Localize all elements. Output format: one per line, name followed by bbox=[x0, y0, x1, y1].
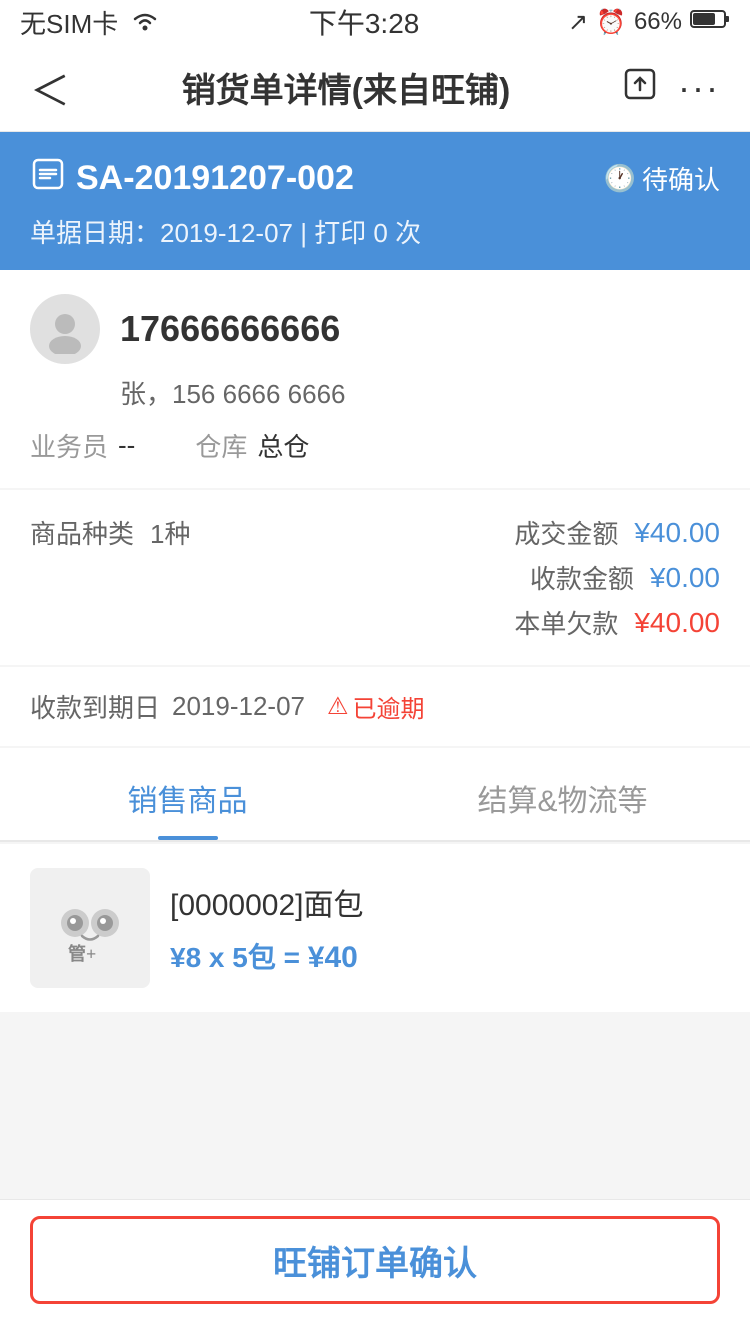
status-right: ↗ ⏰ 66% bbox=[568, 8, 730, 37]
status-left: 无SIM卡 bbox=[20, 4, 160, 41]
overdue-text: 已逾期 bbox=[353, 689, 425, 724]
status-time: 下午3:28 bbox=[309, 2, 420, 42]
order-id-text: SA-20191207-002 bbox=[76, 159, 354, 198]
product-item: 管+ [0000002]面包 ¥8 x 5包 = ¥40 bbox=[30, 868, 720, 988]
share-icon[interactable] bbox=[622, 66, 658, 110]
product-section: 管+ [0000002]面包 ¥8 x 5包 = ¥40 bbox=[0, 844, 750, 1012]
equals: = bbox=[276, 942, 308, 973]
amounts-right: 成交金额 ¥40.00 收款金额 ¥0.00 本单欠款 ¥40.00 bbox=[514, 514, 720, 641]
customer-section: 17666666666 张，156 6666 6666 业务员 -- 仓库 总仓 bbox=[0, 270, 750, 488]
battery-icon bbox=[690, 8, 730, 37]
salesperson-value: -- bbox=[118, 430, 135, 461]
due-date-section: 收款到期日 2019-12-07 ⚠ 已逾期 bbox=[0, 667, 750, 746]
received-amount-row: 收款金额 ¥0.00 bbox=[530, 559, 720, 596]
svg-text:管+: 管+ bbox=[68, 943, 96, 964]
amounts-section: 商品种类 1种 成交金额 ¥40.00 收款金额 ¥0.00 本单欠款 ¥40.… bbox=[0, 490, 750, 665]
page-title: 销货单详情(来自旺铺) bbox=[182, 63, 511, 112]
customer-name: 张，156 6666 6666 bbox=[30, 374, 720, 411]
clock-icon: 🕐 bbox=[604, 163, 636, 194]
bottom-bar: 旺铺订单确认 bbox=[0, 1199, 750, 1334]
status-text: 待确认 bbox=[642, 160, 720, 197]
nav-bar: ＜ 销货单详情(来自旺铺) ··· bbox=[0, 44, 750, 132]
warehouse-value: 总仓 bbox=[257, 427, 309, 464]
carrier-text: 无SIM卡 bbox=[20, 4, 118, 41]
owed-amount-row: 本单欠款 ¥40.00 bbox=[514, 604, 720, 641]
nav-right: ··· bbox=[622, 66, 720, 110]
order-status: 🕐 待确认 bbox=[604, 160, 720, 197]
due-date-label: 收款到期日 bbox=[30, 688, 160, 725]
product-price: ¥8 x 5包 = ¥40 bbox=[170, 936, 720, 976]
deal-amount-value: ¥40.00 bbox=[634, 517, 720, 549]
wifi-icon bbox=[130, 7, 160, 38]
salesperson-label: 业务员 bbox=[30, 427, 108, 464]
customer-meta: 业务员 -- 仓库 总仓 bbox=[30, 427, 720, 464]
warehouse-label: 仓库 bbox=[195, 427, 247, 464]
tab-settlement[interactable]: 结算&物流等 bbox=[375, 748, 750, 840]
product-count: 商品种类 1种 bbox=[30, 514, 190, 551]
owed-amount-value: ¥40.00 bbox=[634, 607, 720, 639]
tabs-section: 销售商品 结算&物流等 bbox=[0, 748, 750, 842]
order-id-container: SA-20191207-002 bbox=[30, 156, 354, 201]
received-amount-label: 收款金额 bbox=[530, 559, 634, 596]
back-button[interactable]: ＜ bbox=[30, 59, 70, 117]
product-count-label: 商品种类 bbox=[30, 514, 134, 551]
deal-amount-label: 成交金额 bbox=[514, 514, 618, 551]
header-card: SA-20191207-002 🕐 待确认 单据日期：2019-12-07 | … bbox=[0, 132, 750, 270]
tab-sales-product[interactable]: 销售商品 bbox=[0, 748, 375, 840]
order-date: 单据日期：2019-12-07 | 打印 0 次 bbox=[30, 213, 720, 250]
quantity: 5包 bbox=[232, 942, 276, 973]
order-icon bbox=[30, 156, 66, 201]
overdue-badge: ⚠ 已逾期 bbox=[317, 687, 435, 726]
product-info: [0000002]面包 ¥8 x 5包 = ¥40 bbox=[170, 880, 720, 976]
product-thumbnail: 管+ bbox=[30, 868, 150, 988]
due-date-value: 2019-12-07 bbox=[172, 691, 305, 722]
received-amount-value: ¥0.00 bbox=[650, 562, 720, 594]
product-count-value: 1种 bbox=[150, 514, 190, 551]
location-icon: ↗ bbox=[568, 8, 588, 37]
customer-phone: 17666666666 bbox=[120, 308, 340, 350]
product-name: [0000002]面包 bbox=[170, 880, 720, 924]
deal-amount-row: 成交金额 ¥40.00 bbox=[514, 514, 720, 551]
more-icon[interactable]: ··· bbox=[678, 67, 720, 109]
overdue-icon: ⚠ bbox=[327, 692, 349, 721]
confirm-order-button[interactable]: 旺铺订单确认 bbox=[30, 1216, 720, 1304]
battery-text: 66% bbox=[634, 8, 682, 36]
owed-amount-label: 本单欠款 bbox=[514, 604, 618, 641]
nav-left: ＜ bbox=[30, 59, 70, 117]
price-formula: ¥8 x bbox=[170, 942, 232, 973]
avatar bbox=[30, 294, 100, 364]
status-bar: 无SIM卡 下午3:28 ↗ ⏰ 66% bbox=[0, 0, 750, 44]
tabs: 销售商品 结算&物流等 bbox=[0, 748, 750, 840]
alarm-icon: ⏰ bbox=[596, 8, 626, 37]
total-price: ¥40 bbox=[308, 941, 358, 974]
